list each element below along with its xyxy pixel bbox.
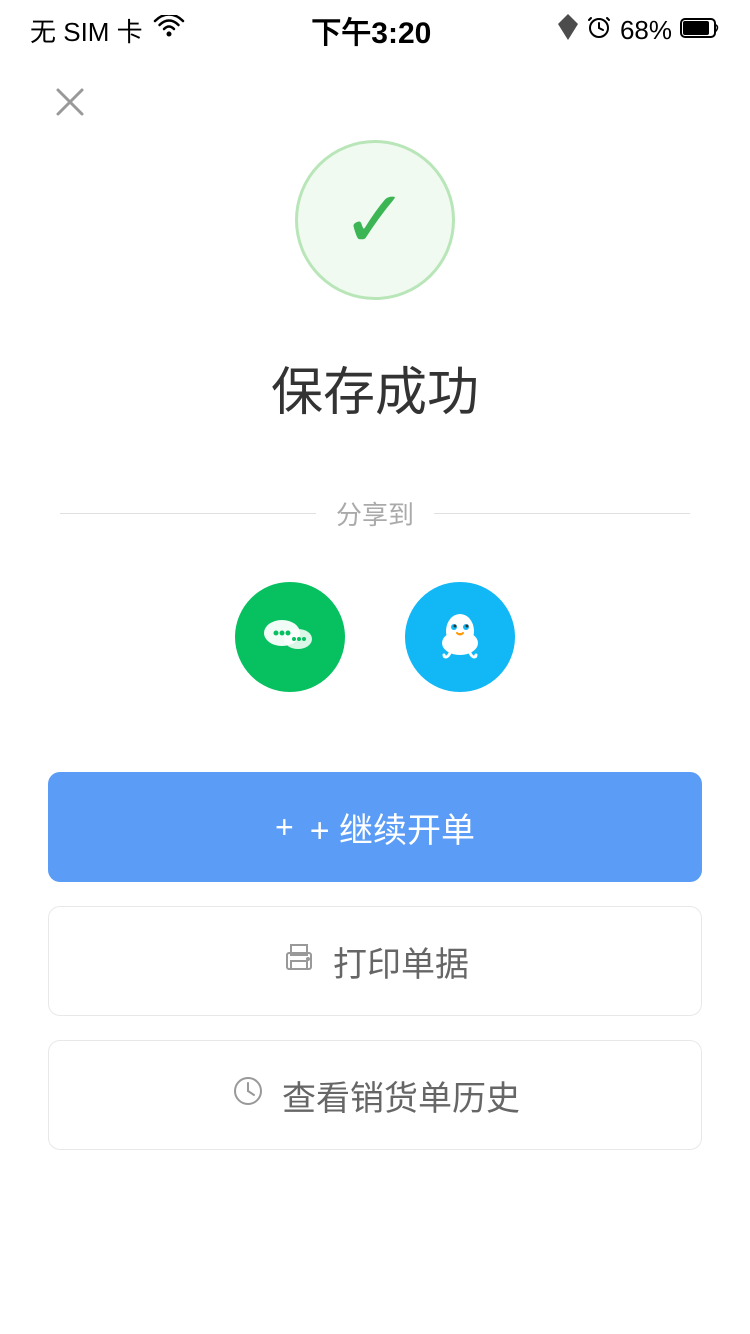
continue-button[interactable]: + + 继续开单 [48, 772, 702, 882]
battery-icon [680, 15, 720, 46]
print-label: 打印单据 [333, 937, 469, 986]
status-time: 下午3:20 [311, 8, 431, 52]
clock-icon [230, 1073, 266, 1117]
status-bar: 无 SIM 卡 下午3:20 68 [0, 0, 750, 60]
close-button[interactable] [40, 72, 100, 132]
print-button[interactable]: 打印单据 [48, 906, 702, 1016]
action-buttons: + + 继续开单 打印单据 [0, 772, 750, 1150]
qq-share-button[interactable] [405, 582, 515, 692]
carrier-label: 无 SIM 卡 [30, 12, 143, 49]
alarm-icon [586, 14, 612, 47]
checkmark-icon: ✓ [341, 180, 408, 260]
share-section: 分享到 [0, 495, 750, 532]
wifi-icon [153, 15, 185, 46]
history-button[interactable]: 查看销货单历史 [48, 1040, 702, 1150]
printer-icon [281, 939, 317, 983]
continue-label: + 继续开单 [310, 803, 475, 852]
success-icon-circle: ✓ [295, 140, 455, 300]
status-right: 68% [558, 14, 720, 47]
wechat-share-button[interactable] [235, 582, 345, 692]
success-title: 保存成功 [271, 350, 479, 425]
history-label: 查看销货单历史 [282, 1071, 520, 1120]
share-label: 分享到 [316, 495, 434, 532]
share-icons [235, 582, 515, 692]
divider-left [60, 513, 316, 514]
main-content: ✓ 保存成功 分享到 [0, 60, 750, 1150]
status-left: 无 SIM 卡 [30, 12, 185, 49]
location-icon [558, 14, 578, 47]
battery-label: 68% [620, 15, 672, 46]
plus-icon: + [275, 809, 294, 846]
divider-right [434, 513, 690, 514]
